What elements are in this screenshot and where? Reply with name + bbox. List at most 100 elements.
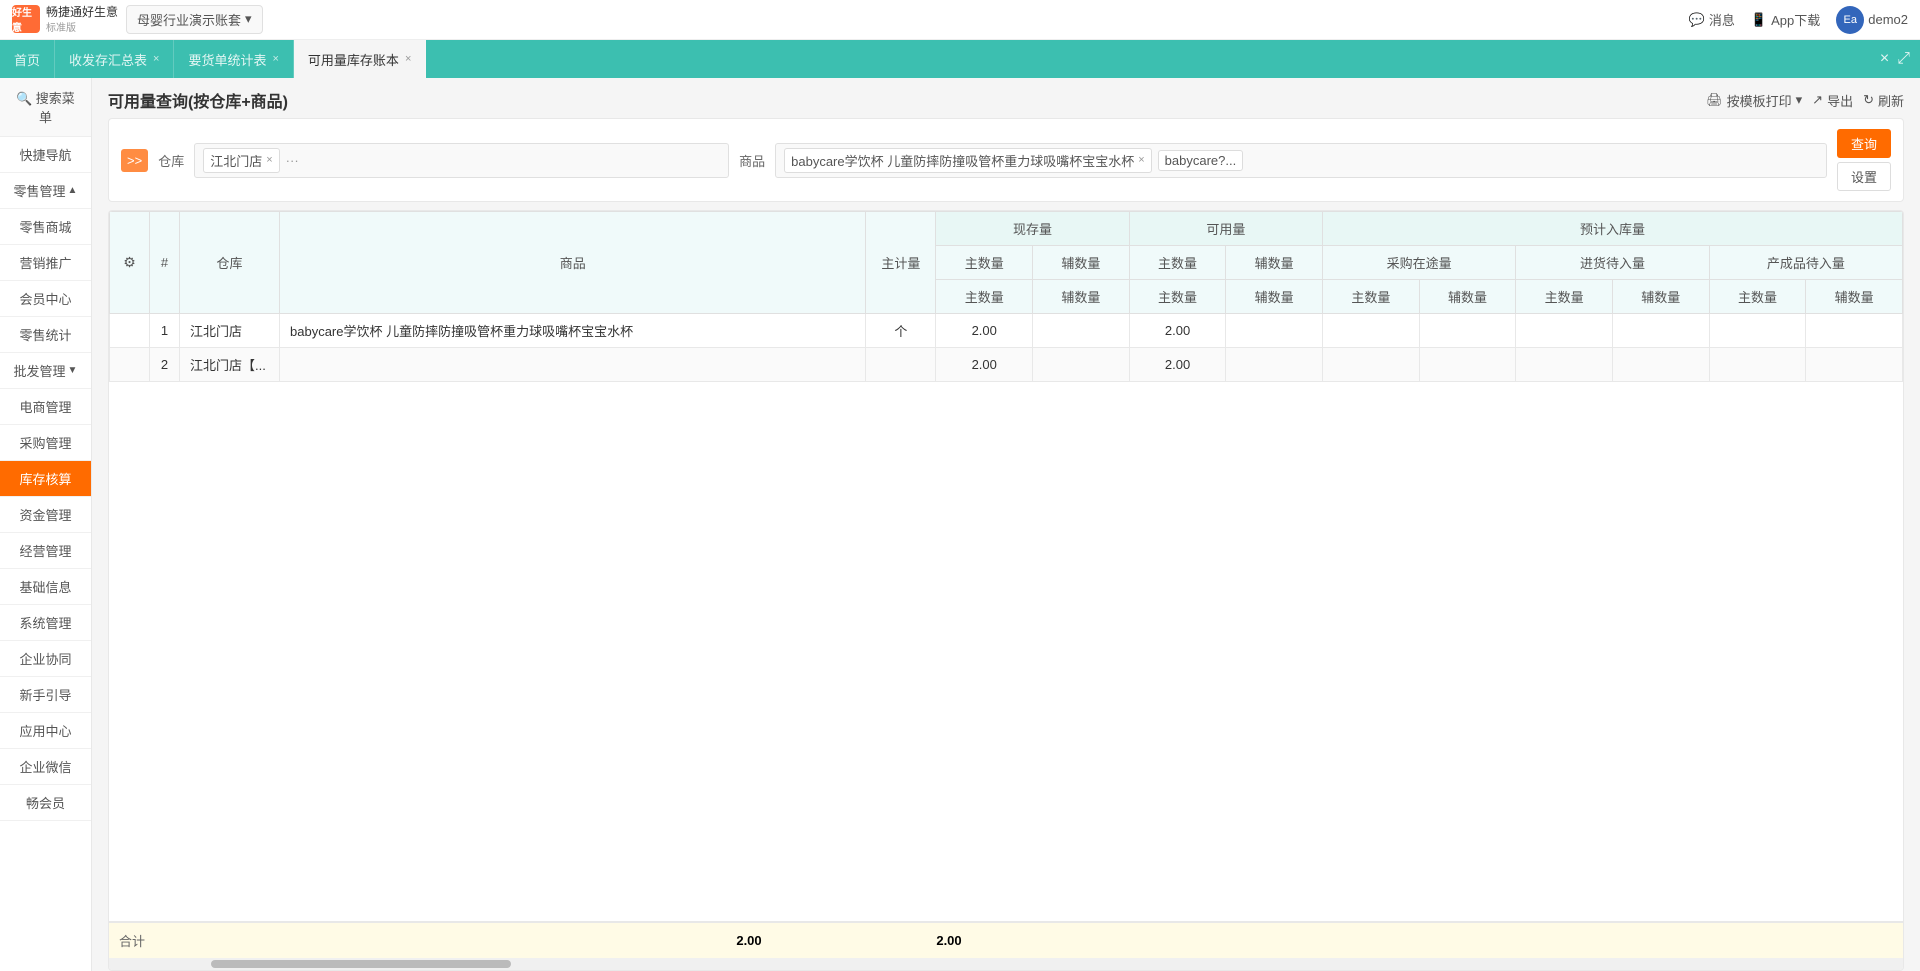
table-footer: 合计 2.00 2.00 — [109, 921, 1903, 958]
sidebar-item-operations-mgmt[interactable]: 经营管理 — [0, 533, 91, 569]
row2-pt-main — [1323, 348, 1420, 382]
tab-available-inventory-close[interactable]: × — [405, 53, 411, 65]
th-inbound-pending: 进货待入量 — [1516, 246, 1709, 280]
tab-receipt-summary-label: 收发存汇总表 — [69, 50, 147, 69]
top-bar: 好生意 畅捷通好生意 标准版 母婴行业演示账套 ▾ 💬 消息 📱 App下载 E… — [0, 0, 1920, 40]
sidebar-retail-mall-label: 零售商城 — [19, 217, 71, 236]
table-row: 2 江北门店【... 2.00 2.00 — [110, 348, 1903, 382]
product-tag-babycare[interactable]: babycare学饮杯 儿童防摔防撞吸管杯重力球吸嘴杯宝宝水杯 × — [784, 148, 1152, 173]
horizontal-scrollbar[interactable] — [109, 958, 1903, 970]
row1-current-main: 2.00 — [936, 314, 1033, 348]
logo-icon: 好生意 — [12, 5, 40, 33]
product-filter-tags[interactable]: babycare学饮杯 儿童防摔防撞吸管杯重力球吸嘴杯宝宝水杯 × babyca… — [775, 143, 1827, 178]
tab-receipt-summary-close[interactable]: × — [153, 53, 159, 65]
logo-sub: 标准版 — [46, 19, 118, 34]
quick-nav-button[interactable]: 快捷导航 — [0, 137, 91, 173]
sidebar-item-ecommerce[interactable]: 电商管理 — [0, 389, 91, 425]
filter-area: >> 仓库 江北门店 × ··· 商品 babycare学饮杯 儿童防摔防撞吸管… — [108, 118, 1904, 202]
tab-order-stats-label: 要货单统计表 — [188, 50, 266, 69]
tab-order-stats[interactable]: 要货单统计表 × — [174, 40, 293, 78]
filter-expand-button[interactable]: >> — [121, 149, 148, 172]
sidebar-item-basic-info[interactable]: 基础信息 — [0, 569, 91, 605]
th-settings[interactable]: ⚙ — [110, 212, 150, 314]
sidebar-item-purchase-mgmt[interactable]: 采购管理 — [0, 425, 91, 461]
th-ip-aux: 辅数量 — [1612, 280, 1709, 314]
industry-selector[interactable]: 母婴行业演示账套 ▾ — [126, 5, 263, 34]
warehouse-filter-label: 仓库 — [158, 151, 184, 170]
sidebar-system-mgmt-label: 系统管理 — [19, 613, 71, 632]
th-cs-aux: 辅数量 — [1033, 280, 1130, 314]
refresh-label: 刷新 — [1878, 91, 1904, 110]
template-print-button[interactable]: 🖨 按模板打印 ▾ — [1706, 91, 1802, 110]
row1-warehouse: 江北门店 — [180, 314, 280, 348]
settings-button[interactable]: 设置 — [1837, 162, 1891, 191]
refresh-button[interactable]: ↻ 刷新 — [1863, 91, 1904, 110]
warehouse-filter-tags[interactable]: 江北门店 × ··· — [194, 143, 729, 178]
refresh-icon: ↻ — [1863, 92, 1874, 108]
th-product: 商品 — [280, 212, 866, 314]
tab-order-stats-close[interactable]: × — [272, 53, 278, 65]
sidebar-app-center-label: 应用中心 — [19, 721, 71, 740]
sidebar-item-system-mgmt[interactable]: 系统管理 — [0, 605, 91, 641]
row1-available-aux — [1226, 314, 1323, 348]
sidebar-item-app-center[interactable]: 应用中心 — [0, 713, 91, 749]
tab-available-inventory[interactable]: 可用量库存账本 × — [294, 40, 426, 78]
warehouse-tag-label: 江北门店 — [210, 151, 262, 170]
warehouse-tag-remove[interactable]: × — [266, 154, 272, 166]
tab-receipt-summary[interactable]: 收发存汇总表 × — [55, 40, 174, 78]
sidebar-item-wholesale-mgmt[interactable]: 批发管理 ▼ — [0, 353, 91, 389]
tab-close-all-button[interactable]: × — [1880, 50, 1889, 68]
sidebar-inventory-check-label: 库存核算 — [19, 469, 71, 488]
quick-nav-label: 快捷导航 — [19, 148, 71, 163]
export-label: 导出 — [1827, 91, 1853, 110]
row2-ip-main — [1516, 348, 1613, 382]
message-button[interactable]: 💬 消息 — [1689, 10, 1735, 29]
sidebar-item-member-center[interactable]: 会员中心 — [0, 281, 91, 317]
th-av-aux: 辅数量 — [1226, 280, 1323, 314]
query-button[interactable]: 查询 — [1837, 129, 1891, 158]
product-tag2-label: babycare?... — [1165, 153, 1237, 168]
sidebar-item-retail-stats[interactable]: 零售统计 — [0, 317, 91, 353]
sidebar-item-member[interactable]: 畅会员 — [0, 785, 91, 821]
user-menu[interactable]: Ea demo2 — [1836, 6, 1908, 34]
sidebar-item-retail-mgmt[interactable]: 零售管理 ▲ — [0, 173, 91, 209]
sidebar-item-new-guide[interactable]: 新手引导 — [0, 677, 91, 713]
search-menu-button[interactable]: 🔍 搜索菜单 — [0, 78, 91, 137]
product-tag-remove[interactable]: × — [1138, 154, 1144, 166]
sidebar-item-inventory-check[interactable]: 库存核算 — [0, 461, 91, 497]
sidebar-item-finance-mgmt[interactable]: 资金管理 — [0, 497, 91, 533]
app-download-button[interactable]: 📱 App下载 — [1751, 10, 1820, 29]
th-warehouse: 仓库 — [180, 212, 280, 314]
sidebar-retail-mgmt-label: 零售管理 — [14, 181, 66, 200]
footer-current-main: 2.00 — [699, 933, 799, 948]
th-pt-main: 主数量 — [1323, 280, 1420, 314]
sidebar-retail-stats-label: 零售统计 — [19, 325, 71, 344]
filter-action-buttons: 查询 设置 — [1837, 129, 1891, 191]
sidebar-item-marketing[interactable]: 营销推广 — [0, 245, 91, 281]
sidebar-item-retail-mall[interactable]: 零售商城 — [0, 209, 91, 245]
th-product-pending: 产成品待入量 — [1709, 246, 1902, 280]
product-tag-babycare2[interactable]: babycare?... — [1158, 150, 1244, 171]
search-menu-label: 搜索菜单 — [36, 91, 75, 125]
export-button[interactable]: ↗ 导出 — [1812, 91, 1853, 110]
sidebar-item-enterprise-wechat[interactable]: 企业微信 — [0, 749, 91, 785]
row2-current-main: 2.00 — [936, 348, 1033, 382]
main-layout: 🔍 搜索菜单 快捷导航 零售管理 ▲ 零售商城 营销推广 会员中心 零售统计 批… — [0, 78, 1920, 971]
warehouse-tag-jiangbei[interactable]: 江北门店 × — [203, 148, 279, 173]
scroll-thumb[interactable] — [211, 960, 511, 968]
warehouse-more-btn[interactable]: ··· — [286, 153, 299, 168]
th-rownum: # — [150, 212, 180, 314]
gear-icon[interactable]: ⚙ — [123, 254, 136, 270]
inventory-table: ⚙ # 仓库 商品 主计量 现存量 可用量 预计入库量 主数量 辅数量 主数量 — [109, 211, 1903, 382]
table-container: ⚙ # 仓库 商品 主计量 现存量 可用量 预计入库量 主数量 辅数量 主数量 — [108, 210, 1904, 971]
th-ip-main: 主数量 — [1516, 280, 1613, 314]
row1-pp-main — [1709, 314, 1806, 348]
template-print-label: 按模板打印 — [1727, 91, 1792, 110]
th-main-unit: 主计量 — [866, 212, 936, 314]
sidebar-member-label: 畅会员 — [26, 793, 65, 812]
tab-home[interactable]: 首页 — [0, 40, 55, 78]
row1-pt-main — [1323, 314, 1420, 348]
tab-expand-button[interactable]: ⤢ — [1897, 50, 1910, 68]
sidebar-item-enterprise-collab[interactable]: 企业协同 — [0, 641, 91, 677]
tab-available-inventory-label: 可用量库存账本 — [308, 50, 399, 69]
